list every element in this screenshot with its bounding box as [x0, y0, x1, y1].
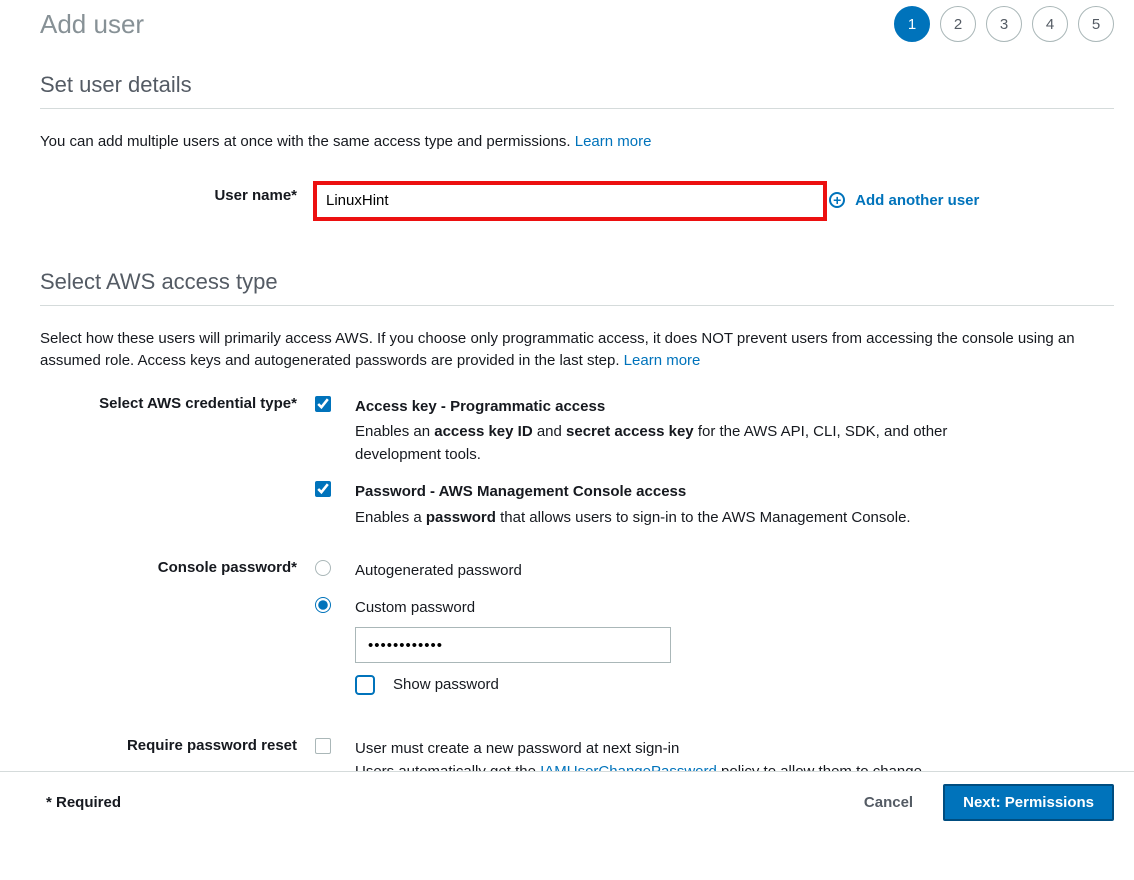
user-name-label: User name* — [40, 180, 315, 204]
autogen-password-radio[interactable] — [315, 560, 331, 576]
section-user-details-desc: You can add multiple users at once with … — [40, 133, 575, 150]
plus-icon: + — [829, 192, 845, 208]
wizard-step-2[interactable]: 2 — [940, 6, 976, 42]
footer: * Required Cancel Next: Permissions — [0, 771, 1134, 833]
learn-more-link-access[interactable]: Learn more — [624, 352, 701, 369]
wizard-step-5[interactable]: 5 — [1078, 6, 1114, 42]
wizard-steps: 1 2 3 4 5 — [894, 6, 1114, 42]
wizard-step-3[interactable]: 3 — [986, 6, 1022, 42]
require-reset-checkbox[interactable] — [315, 738, 331, 754]
wizard-step-4[interactable]: 4 — [1032, 6, 1068, 42]
password-console-checkbox[interactable] — [315, 481, 331, 497]
password-input[interactable] — [355, 627, 671, 663]
custom-password-label: Custom password — [355, 596, 955, 619]
learn-more-link[interactable]: Learn more — [575, 133, 652, 150]
user-name-input[interactable] — [315, 183, 825, 219]
console-password-label: Console password* — [40, 559, 315, 576]
cancel-button[interactable]: Cancel — [864, 794, 913, 811]
section-user-details-title: Set user details — [40, 72, 1114, 98]
credential-type-label: Select AWS credential type* — [40, 395, 315, 412]
custom-password-radio[interactable] — [315, 597, 331, 613]
autogen-password-label: Autogenerated password — [355, 559, 955, 582]
access-key-title: Access key - Programmatic access — [355, 395, 955, 418]
required-note: * Required — [46, 794, 121, 811]
reset-text-1: User must create a new password at next … — [355, 737, 955, 760]
show-password-checkbox[interactable] — [355, 675, 375, 695]
show-password-label: Show password — [393, 673, 499, 696]
next-permissions-button[interactable]: Next: Permissions — [943, 784, 1114, 821]
section-access-desc: Select how these users will primarily ac… — [40, 330, 1075, 370]
require-reset-label: Require password reset — [40, 737, 315, 754]
page-title: Add user — [40, 9, 144, 40]
wizard-step-1[interactable]: 1 — [894, 6, 930, 42]
add-another-user-label: Add another user — [855, 192, 979, 209]
password-console-desc: Enables a password that allows users to … — [355, 506, 955, 529]
divider — [40, 108, 1114, 109]
section-access-title: Select AWS access type — [40, 269, 1114, 295]
divider — [40, 305, 1114, 306]
access-key-desc: Enables an access key ID and secret acce… — [355, 420, 955, 467]
password-console-title: Password - AWS Management Console access — [355, 480, 955, 503]
access-key-checkbox[interactable] — [315, 396, 331, 412]
add-another-user-button[interactable]: + Add another user — [829, 192, 979, 209]
